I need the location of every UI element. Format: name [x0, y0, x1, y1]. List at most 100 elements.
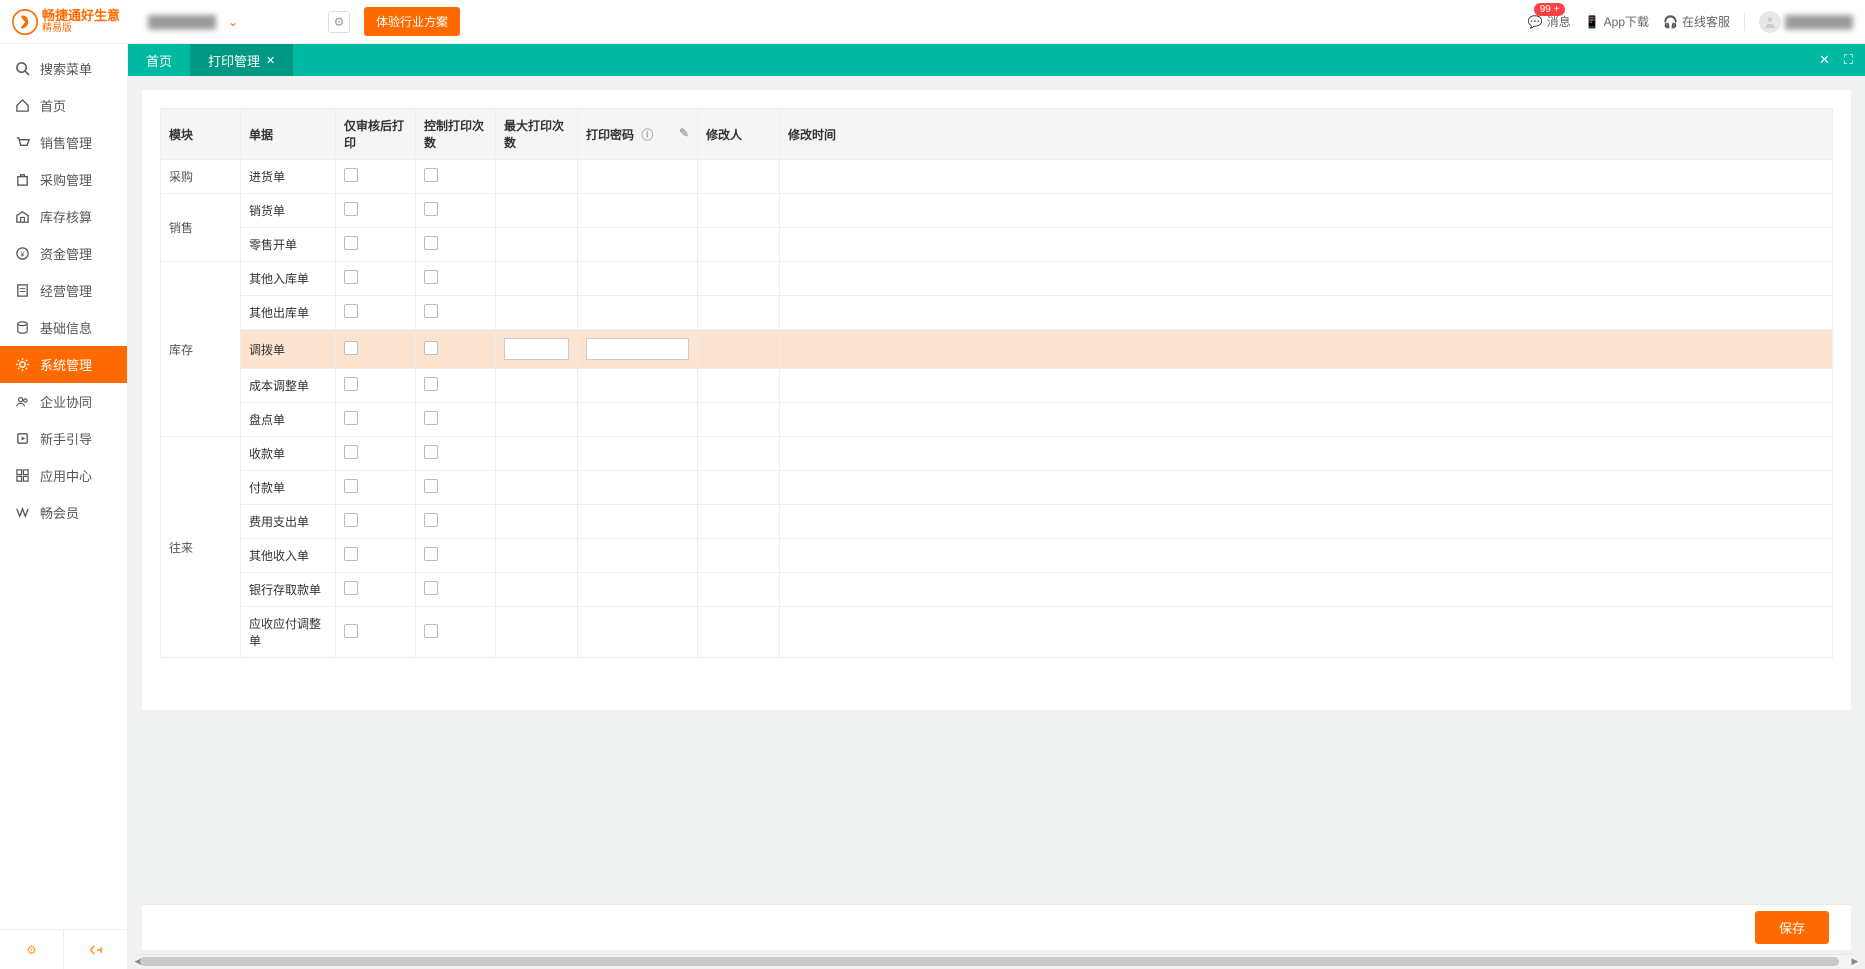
- th-doc: 单据: [241, 109, 336, 160]
- password-input[interactable]: [586, 338, 689, 360]
- modify-time-cell: [780, 403, 1833, 437]
- password-cell: [578, 262, 698, 296]
- password-cell: [578, 330, 698, 369]
- scrollbar-thumb[interactable]: [140, 957, 1839, 966]
- checkbox[interactable]: [344, 202, 358, 216]
- divider: [1744, 13, 1745, 31]
- help-icon[interactable]: ⓘ: [641, 128, 653, 142]
- checkbox[interactable]: [424, 377, 438, 391]
- max-count-input[interactable]: [504, 338, 569, 360]
- table-row: 盘点单: [161, 403, 1833, 437]
- tab-首页[interactable]: 首页: [128, 44, 190, 76]
- checkbox[interactable]: [344, 513, 358, 527]
- message-icon: 💬: [1528, 15, 1543, 29]
- tab-close-all-button[interactable]: ✕: [1819, 52, 1830, 68]
- checkbox[interactable]: [344, 236, 358, 250]
- checkbox[interactable]: [424, 411, 438, 425]
- headset-icon: 🎧: [1663, 15, 1678, 29]
- checkbox[interactable]: [424, 270, 438, 284]
- edit-icon[interactable]: ✎: [679, 126, 689, 140]
- control-count-cell: [416, 194, 496, 228]
- max-count-cell: [496, 296, 578, 330]
- sidebar-collapse-button[interactable]: [64, 930, 127, 969]
- app-download-button[interactable]: 📱 App下载: [1585, 13, 1649, 30]
- doc-cell: 其他收入单: [241, 539, 336, 573]
- module-cell: 采购: [161, 160, 241, 194]
- collapse-icon: [89, 943, 103, 957]
- checkbox[interactable]: [344, 304, 358, 318]
- checkbox[interactable]: [344, 377, 358, 391]
- modifier-cell: [698, 194, 780, 228]
- industry-demo-button[interactable]: 体验行业方案: [364, 7, 460, 36]
- checkbox[interactable]: [424, 513, 438, 527]
- sidebar-item-home[interactable]: 首页: [0, 87, 127, 124]
- checkbox[interactable]: [344, 341, 358, 355]
- tab-fullscreen-button[interactable]: ⛶: [1844, 52, 1853, 68]
- sidebar-item-guide[interactable]: 新手引导: [0, 420, 127, 457]
- modifier-cell: [698, 330, 780, 369]
- modifier-cell: [698, 437, 780, 471]
- sidebar-item-gears[interactable]: 系统管理: [0, 346, 127, 383]
- sidebar-item-report[interactable]: 经营管理: [0, 272, 127, 309]
- sidebar-item-label: 首页: [40, 96, 66, 115]
- control-count-cell: [416, 403, 496, 437]
- sidebar-item-warehouse[interactable]: 库存核算: [0, 198, 127, 235]
- checkbox[interactable]: [344, 411, 358, 425]
- password-cell: [578, 505, 698, 539]
- sidebar-item-money[interactable]: ¥资金管理: [0, 235, 127, 272]
- messages-button[interactable]: 99 + 💬 消息: [1528, 13, 1571, 30]
- tab-label: 打印管理: [208, 51, 260, 70]
- sidebar-item-bag[interactable]: 采购管理: [0, 161, 127, 198]
- checkbox[interactable]: [424, 581, 438, 595]
- sidebar-item-search[interactable]: 搜索菜单: [0, 50, 127, 87]
- sidebar-settings-button[interactable]: ⚙: [0, 930, 63, 969]
- scroll-right-icon[interactable]: ▶: [1849, 955, 1861, 968]
- sidebar-item-label: 新手引导: [40, 429, 92, 448]
- checkbox[interactable]: [424, 547, 438, 561]
- sidebar-item-cart[interactable]: 销售管理: [0, 124, 127, 161]
- close-icon[interactable]: ✕: [266, 54, 275, 67]
- doc-cell: 零售开单: [241, 228, 336, 262]
- org-settings-button[interactable]: ⚙: [328, 11, 350, 33]
- checkbox[interactable]: [344, 547, 358, 561]
- svg-text:¥: ¥: [20, 249, 25, 258]
- user-menu[interactable]: ████████: [1759, 11, 1853, 33]
- horizontal-scrollbar[interactable]: ◀ ▶: [134, 954, 1859, 967]
- max-count-cell: [496, 437, 578, 471]
- sidebar-item-label: 库存核算: [40, 207, 92, 226]
- table-row: 成本调整单: [161, 369, 1833, 403]
- checkbox[interactable]: [424, 202, 438, 216]
- online-support-button[interactable]: 🎧 在线客服: [1663, 13, 1730, 30]
- checkbox[interactable]: [344, 581, 358, 595]
- checkbox[interactable]: [424, 445, 438, 459]
- sidebar-item-vip[interactable]: 畅会员: [0, 494, 127, 531]
- password-cell: [578, 194, 698, 228]
- sidebar-item-db[interactable]: 基础信息: [0, 309, 127, 346]
- max-count-cell: [496, 160, 578, 194]
- max-count-cell: [496, 228, 578, 262]
- checkbox[interactable]: [424, 479, 438, 493]
- audit-only-cell: [336, 539, 416, 573]
- checkbox[interactable]: [344, 270, 358, 284]
- tab-打印管理[interactable]: 打印管理 ✕: [190, 44, 293, 76]
- sidebar-item-label: 企业协同: [40, 392, 92, 411]
- max-count-cell: [496, 369, 578, 403]
- support-label: 在线客服: [1682, 13, 1730, 30]
- checkbox[interactable]: [424, 624, 438, 638]
- checkbox[interactable]: [424, 304, 438, 318]
- checkbox[interactable]: [344, 479, 358, 493]
- checkbox[interactable]: [344, 624, 358, 638]
- save-button[interactable]: 保存: [1755, 911, 1829, 944]
- org-selector[interactable]: ████████ ⌄: [148, 15, 318, 29]
- checkbox[interactable]: [424, 236, 438, 250]
- sidebar-item-team[interactable]: 企业协同: [0, 383, 127, 420]
- report-icon: [14, 283, 30, 299]
- sidebar-item-apps[interactable]: 应用中心: [0, 457, 127, 494]
- sidebar-item-label: 系统管理: [40, 355, 92, 374]
- modifier-cell: [698, 369, 780, 403]
- checkbox[interactable]: [424, 341, 438, 355]
- checkbox[interactable]: [344, 445, 358, 459]
- th-password-label: 打印密码: [586, 128, 634, 142]
- checkbox[interactable]: [344, 168, 358, 182]
- checkbox[interactable]: [424, 168, 438, 182]
